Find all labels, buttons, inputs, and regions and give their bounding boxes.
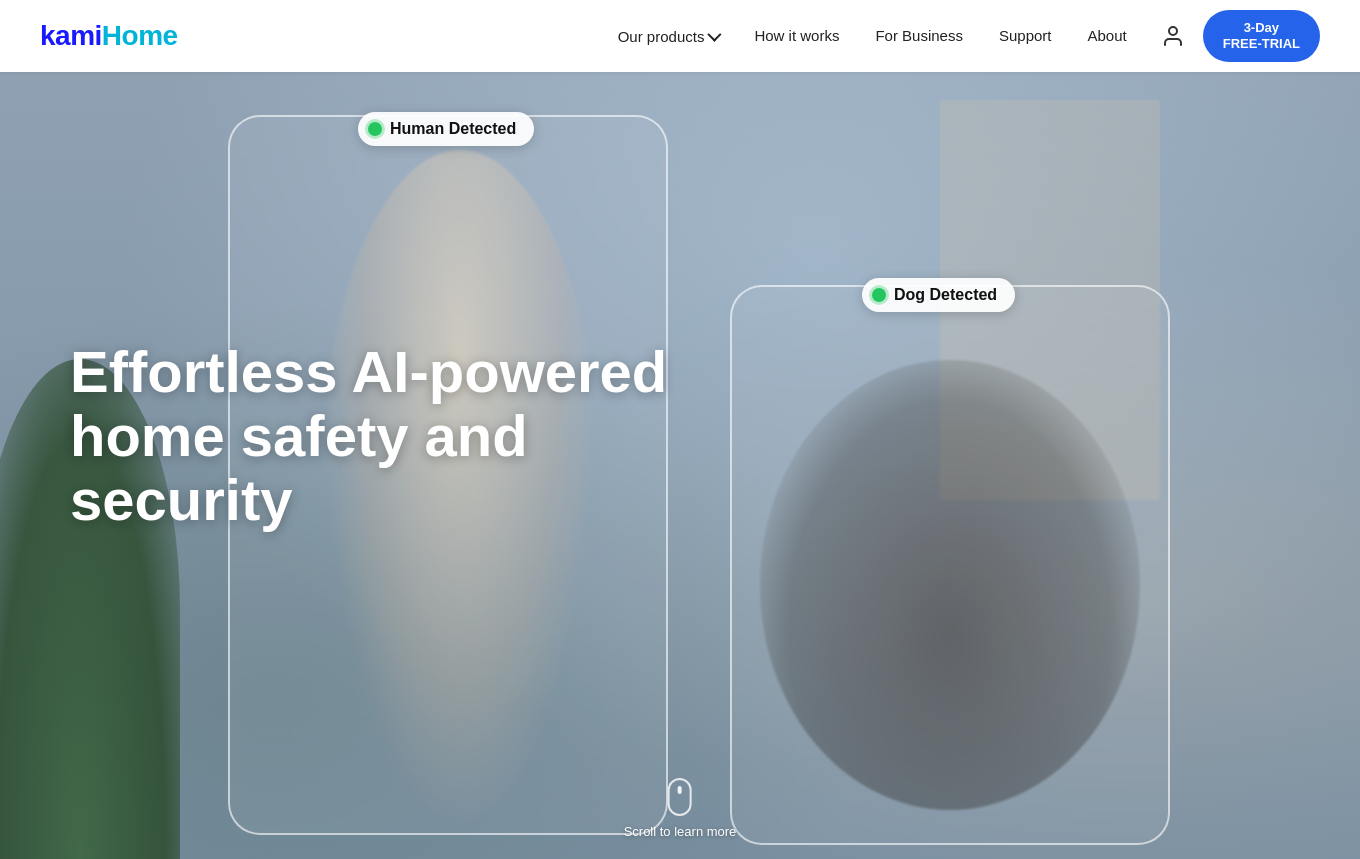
free-trial-button[interactable]: 3-Day FREE-TRIAL — [1203, 10, 1320, 61]
logo[interactable]: kamiHome — [40, 20, 178, 52]
navbar: kamiHome Our products How it works For B… — [0, 0, 1360, 72]
nav-item-about[interactable]: About — [1088, 27, 1127, 45]
detection-dot-human — [368, 122, 382, 136]
hero-text: Effortless AI-powered home safety and se… — [70, 340, 670, 531]
scroll-indicator[interactable]: Scroll to learn more — [624, 778, 737, 839]
chevron-down-icon — [708, 28, 722, 42]
human-detection-badge: Human Detected — [358, 112, 534, 146]
nav-link-products[interactable]: Our products — [618, 28, 719, 45]
logo-home: Home — [102, 20, 178, 51]
nav-link-how[interactable]: How it works — [754, 27, 839, 44]
nav-links: Our products How it works For Business S… — [618, 27, 1127, 45]
nav-item-how[interactable]: How it works — [754, 27, 839, 45]
svg-point-0 — [1169, 27, 1177, 35]
nav-link-support[interactable]: Support — [999, 27, 1052, 44]
nav-item-business[interactable]: For Business — [875, 27, 963, 45]
logo-kami: kami — [40, 20, 102, 51]
nav-actions: 3-Day FREE-TRIAL — [1159, 10, 1320, 61]
scroll-wheel — [678, 786, 682, 794]
hero-section: Effortless AI-powered home safety and se… — [0, 0, 1360, 859]
user-icon[interactable] — [1159, 22, 1187, 50]
scroll-mouse-icon — [668, 778, 692, 816]
nav-link-business[interactable]: For Business — [875, 27, 963, 44]
hero-heading: Effortless AI-powered home safety and se… — [70, 340, 670, 531]
dog-detection-label: Dog Detected — [894, 286, 997, 304]
nav-item-products[interactable]: Our products — [618, 28, 719, 45]
scroll-text: Scroll to learn more — [624, 824, 737, 839]
nav-link-about[interactable]: About — [1088, 27, 1127, 44]
human-detection-label: Human Detected — [390, 120, 516, 138]
detection-dot-dog — [872, 288, 886, 302]
phone-frame-right — [730, 285, 1170, 845]
dog-detection-badge: Dog Detected — [862, 278, 1015, 312]
nav-item-support[interactable]: Support — [999, 27, 1052, 45]
